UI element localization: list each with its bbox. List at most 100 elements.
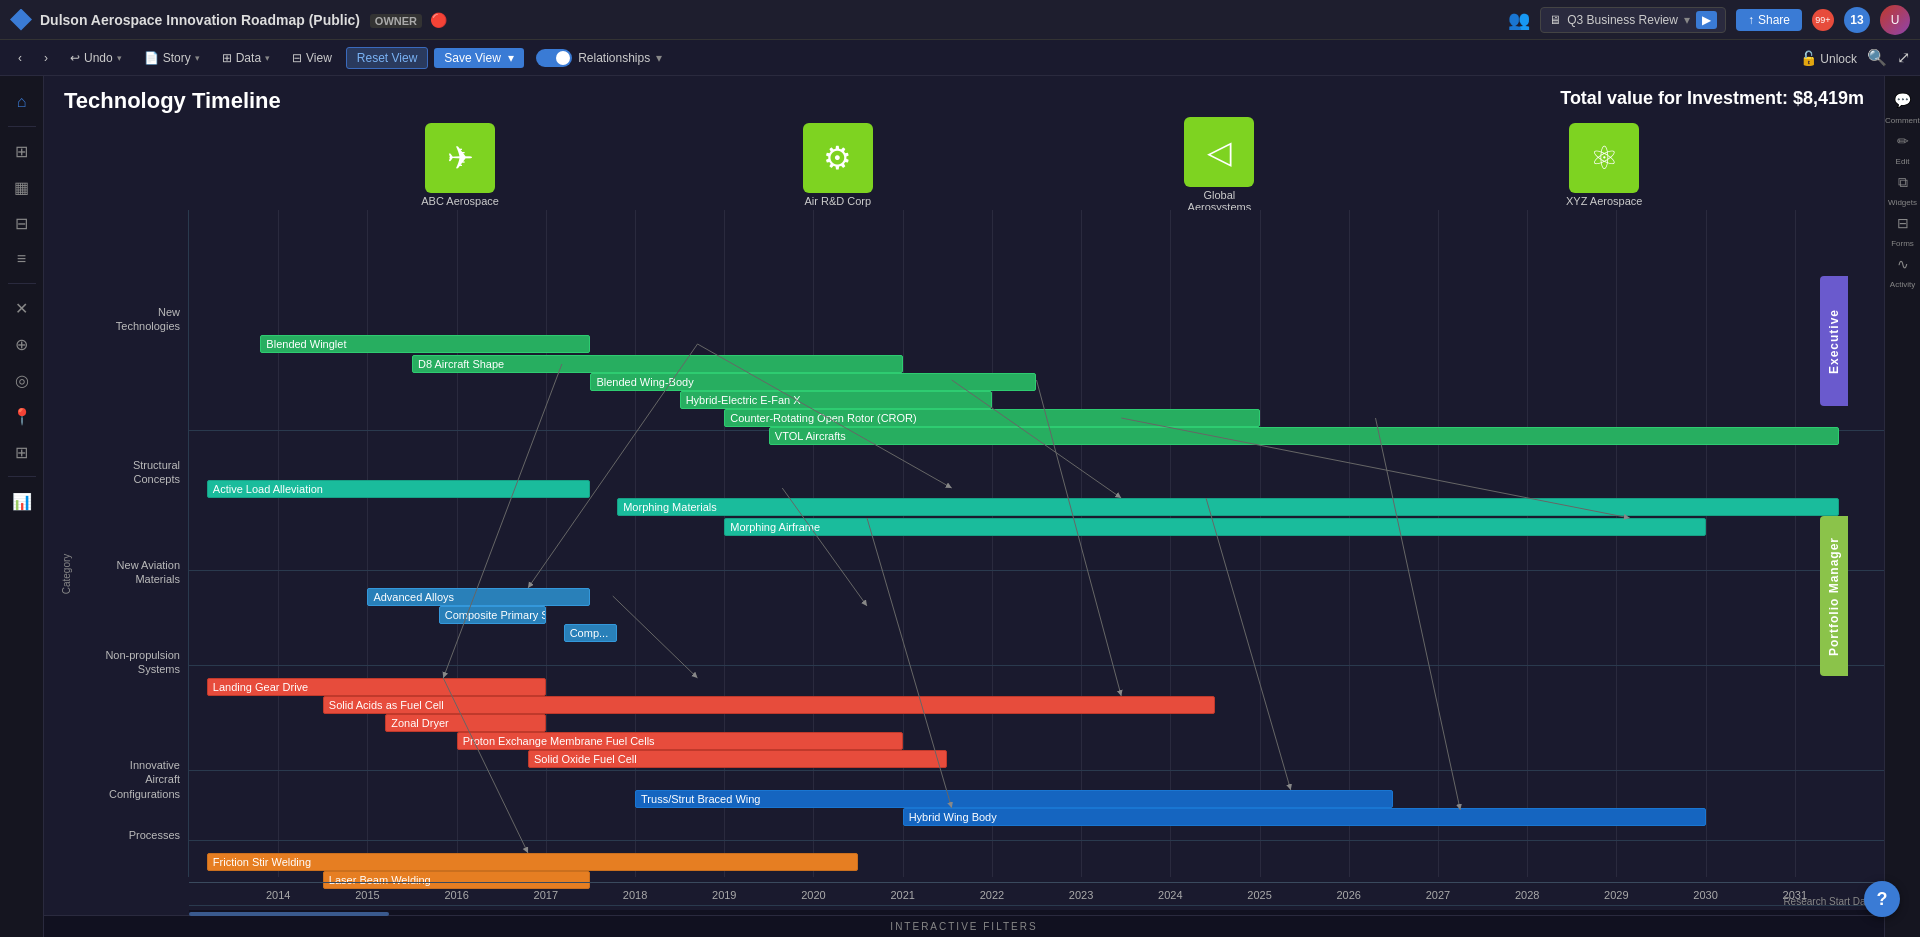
comments-label: Comments [1885, 116, 1920, 125]
toggle-switch[interactable] [536, 49, 572, 67]
undo-button[interactable]: ↩ Undo ▾ [62, 48, 130, 68]
bar-active-load-alleviation[interactable]: Active Load Alleviation [207, 480, 591, 498]
bar-blended-wing-body[interactable]: Blended Wing-Body [590, 373, 1036, 391]
topbar-right: 👥 🖥 Q3 Business Review ▾ ▶ ↑ Share 99+ 1… [1508, 5, 1910, 35]
xyz-label: XYZ Aerospace [1566, 195, 1642, 207]
bar-morphing-materials[interactable]: Morphing Materials [617, 498, 1839, 516]
x-axis-label-2018: 2018 [623, 889, 647, 901]
bar-vtol-aircrafts[interactable]: VTOL Aircrafts [769, 427, 1840, 445]
sidebar-item-filter[interactable]: ⊕ [6, 328, 38, 360]
sidebar-item-grid3[interactable]: ⊟ [6, 207, 38, 239]
bar-landing-gear-drive[interactable]: Landing Gear Drive [207, 678, 546, 696]
expand-button[interactable]: ⤢ [1897, 48, 1910, 67]
category-line-1 [189, 570, 1884, 571]
user-avatar[interactable]: U [1880, 5, 1910, 35]
bar-hybrid-wing-body[interactable]: Hybrid Wing Body [903, 808, 1706, 826]
bar-truss/strut-braced-wing[interactable]: Truss/Strut Braced Wing [635, 790, 1393, 808]
sidebar-item-circle[interactable]: ◎ [6, 364, 38, 396]
xyz-logo-box: ⚛ [1569, 123, 1639, 193]
sidebar-item-grid2[interactable]: ▦ [6, 171, 38, 203]
notifications-badge[interactable]: 99+ [1812, 9, 1834, 31]
search-button[interactable]: 🔍 [1867, 48, 1887, 67]
bar-morphing-airframe[interactable]: Morphing Airframe [724, 518, 1705, 536]
bar-solid-oxide-fuel-cell[interactable]: Solid Oxide Fuel Cell [528, 750, 947, 768]
air-label: Air R&D Corp [805, 195, 872, 207]
grid-line-2017 [546, 210, 547, 877]
y-axis-label: Category [61, 553, 72, 594]
sidebar-item-close[interactable]: ✕ [6, 292, 38, 324]
monitor-icon: 🖥 [1549, 13, 1561, 27]
x-axis-label-2020: 2020 [801, 889, 825, 901]
story-icon: 📄 [144, 51, 159, 65]
scroll-thumb[interactable] [189, 912, 389, 916]
toolbar: ‹ › ↩ Undo ▾ 📄 Story ▾ ⊞ Data ▾ ⊟ View R… [0, 40, 1920, 76]
forms-icon[interactable]: ⊟ [1889, 209, 1917, 237]
company-global[interactable]: ◁ GlobalAerosystems [1184, 117, 1254, 213]
reset-view-button[interactable]: Reset View [346, 47, 428, 69]
bar-hybrid-electric-e-fan-x[interactable]: Hybrid-Electric E-Fan X [680, 391, 992, 409]
sidebar-item-list[interactable]: ≡ [6, 243, 38, 275]
sidebar-item-chart[interactable]: 📊 [6, 485, 38, 517]
widgets-label: Widgets [1885, 198, 1920, 207]
bar-blended-winglet[interactable]: Blended Winglet [260, 335, 590, 353]
timeline-area[interactable]: Category NewTechnologies StructuralConce… [44, 210, 1884, 937]
activity-label: Activity [1885, 280, 1920, 289]
bar-zonal-dryer[interactable]: Zonal Dryer [385, 714, 546, 732]
bar-solid-acids-as-fuel-cell[interactable]: Solid Acids as Fuel Cell [323, 696, 1215, 714]
x-axis-label-2023: 2023 [1069, 889, 1093, 901]
bar-comp...[interactable]: Comp... [564, 624, 618, 642]
bar-composite-primary-structures[interactable]: Composite Primary Structures [439, 606, 546, 624]
bar-friction-stir-welding[interactable]: Friction Stir Welding [207, 853, 858, 871]
sidebar-item-location[interactable]: 📍 [6, 400, 38, 432]
grid-line-2026 [1349, 210, 1350, 877]
x-axis-label-2030: 2030 [1693, 889, 1717, 901]
gantt-chart: Blended Winglet D8 Aircraft ShapeBlended … [189, 210, 1884, 877]
data-button[interactable]: ⊞ Data ▾ [214, 48, 278, 68]
save-view-button[interactable]: Save View ▾ [434, 48, 524, 68]
user-count: 13 [1844, 7, 1870, 33]
dropdown-arrow: ▾ [1684, 13, 1690, 27]
chart-title: Technology Timeline [64, 88, 281, 114]
sidebar-item-grid1[interactable]: ⊞ [6, 135, 38, 167]
x-axis-label-2022: 2022 [980, 889, 1004, 901]
company-air[interactable]: ⚙ Air R&D Corp [803, 123, 873, 207]
category-line-2 [189, 665, 1884, 666]
share-button[interactable]: ↑ Share [1736, 9, 1802, 31]
view-button[interactable]: ⊟ View [284, 48, 340, 68]
portfolio-tab[interactable]: Portfolio Manager [1820, 516, 1848, 676]
x-axis-label-2021: 2021 [890, 889, 914, 901]
relationships-toggle[interactable]: Relationships ▾ [536, 49, 662, 67]
sidebar-item-home[interactable]: ⌂ [6, 86, 38, 118]
filters-bar[interactable]: INTERACTIVE FILTERS [44, 915, 1884, 937]
edit-icon[interactable]: ✏ [1889, 127, 1917, 155]
company-abc[interactable]: ✈ ABC Aerospace [421, 123, 499, 207]
edit-label: Edit [1885, 157, 1920, 166]
executive-tab[interactable]: Executive [1820, 276, 1848, 406]
x-axis-label-2027: 2027 [1426, 889, 1450, 901]
unlock-button[interactable]: 🔓 Unlock [1800, 50, 1857, 66]
navigate-back-button[interactable]: ‹ [10, 48, 30, 68]
comments-icon[interactable]: 💬 [1889, 86, 1917, 114]
grid-line-2024 [1170, 210, 1171, 877]
x-axis-label-2024: 2024 [1158, 889, 1182, 901]
bar-counter-rotating-open-rotor-(cror)[interactable]: Counter-Rotating Open Rotor (CROR) [724, 409, 1259, 427]
activity-icon[interactable]: ∿ [1889, 250, 1917, 278]
main-area: ⌂ ⊞ ▦ ⊟ ≡ ✕ ⊕ ◎ 📍 ⊞ 📊 Technology Timelin… [0, 76, 1920, 937]
widgets-icon[interactable]: ⧉ [1889, 168, 1917, 196]
bar-advanced-alloys[interactable]: Advanced Alloys [367, 588, 590, 606]
bar-d8-aircraft-shape[interactable]: D8 Aircraft Shape [412, 355, 903, 373]
people-icon: 👥 [1508, 9, 1530, 31]
x-axis-label-2014: 2014 [266, 889, 290, 901]
grid-line-2022 [992, 210, 993, 877]
story-button[interactable]: 📄 Story ▾ [136, 48, 208, 68]
navigate-forward-button[interactable]: › [36, 48, 56, 68]
sidebar-item-grid4[interactable]: ⊞ [6, 436, 38, 468]
bar-proton-exchange-membrane-fuel-cells[interactable]: Proton Exchange Membrane Fuel Cells [457, 732, 903, 750]
app-logo [10, 9, 32, 31]
cat-structural: StructuralConcepts [133, 458, 180, 487]
scroll-bar[interactable] [189, 909, 1884, 915]
presentation-box[interactable]: 🖥 Q3 Business Review ▾ ▶ [1540, 7, 1726, 33]
play-icon[interactable]: ▶ [1696, 11, 1717, 29]
help-button[interactable]: ? [1864, 881, 1900, 917]
company-xyz[interactable]: ⚛ XYZ Aerospace [1566, 123, 1642, 207]
